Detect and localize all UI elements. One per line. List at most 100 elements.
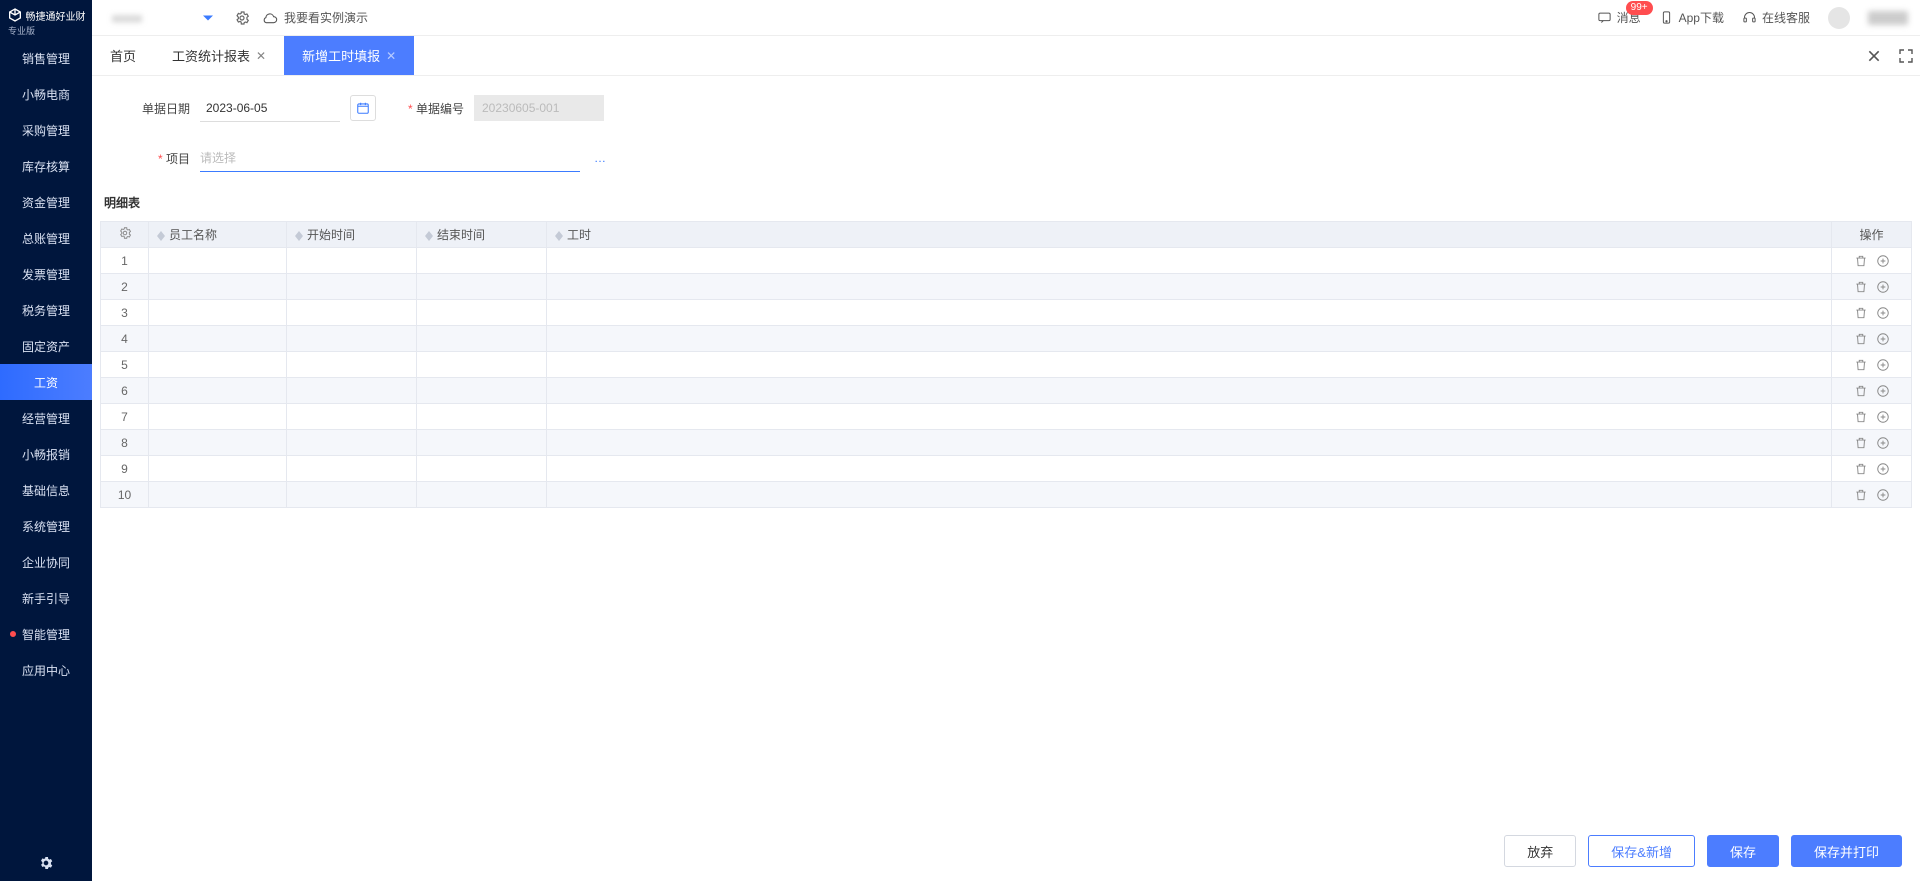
calendar-button[interactable] <box>350 95 376 121</box>
sidebar-item-4[interactable]: 资金管理 <box>0 184 92 220</box>
column-settings-button[interactable] <box>101 222 149 248</box>
cell[interactable] <box>287 300 417 326</box>
project-picker-button[interactable]: … <box>590 151 612 165</box>
cell[interactable] <box>417 482 547 508</box>
sidebar-item-14[interactable]: 企业协同 <box>0 544 92 580</box>
close-all-tabs-button[interactable] <box>1860 42 1888 70</box>
cell[interactable] <box>287 378 417 404</box>
cell[interactable] <box>287 430 417 456</box>
add-row-button[interactable] <box>1876 280 1890 294</box>
th-end-time[interactable]: 结束时间 <box>417 222 547 248</box>
cell[interactable] <box>149 300 287 326</box>
sidebar-item-3[interactable]: 库存核算 <box>0 148 92 184</box>
delete-row-button[interactable] <box>1854 254 1868 268</box>
tab-2[interactable]: 新增工时填报✕ <box>284 36 414 75</box>
cell[interactable] <box>149 326 287 352</box>
cell[interactable] <box>547 404 1832 430</box>
sidebar-item-0[interactable]: 销售管理 <box>0 40 92 76</box>
sidebar-item-17[interactable]: 应用中心 <box>0 652 92 688</box>
cell[interactable] <box>149 456 287 482</box>
cell[interactable] <box>547 482 1832 508</box>
delete-row-button[interactable] <box>1854 436 1868 450</box>
th-employee[interactable]: 员工名称 <box>149 222 287 248</box>
sidebar-item-7[interactable]: 税务管理 <box>0 292 92 328</box>
delete-row-button[interactable] <box>1854 332 1868 346</box>
delete-row-button[interactable] <box>1854 384 1868 398</box>
sidebar-settings-button[interactable] <box>0 845 92 881</box>
sidebar-item-10[interactable]: 经营管理 <box>0 400 92 436</box>
cell[interactable] <box>287 352 417 378</box>
sidebar-item-9[interactable]: 工资 <box>0 364 92 400</box>
cell[interactable] <box>417 248 547 274</box>
cell[interactable] <box>547 378 1832 404</box>
cell[interactable] <box>417 430 547 456</box>
delete-row-button[interactable] <box>1854 358 1868 372</box>
sidebar-item-12[interactable]: 基础信息 <box>0 472 92 508</box>
app-download-button[interactable]: App下载 <box>1659 9 1724 26</box>
sidebar-item-1[interactable]: 小畅电商 <box>0 76 92 112</box>
tab-close-icon[interactable]: ✕ <box>256 49 266 63</box>
sidebar-item-2[interactable]: 采购管理 <box>0 112 92 148</box>
cell[interactable] <box>417 326 547 352</box>
doc-date-input[interactable] <box>200 94 340 122</box>
discard-button[interactable]: 放弃 <box>1504 835 1576 867</box>
cell[interactable] <box>547 456 1832 482</box>
cell[interactable] <box>287 326 417 352</box>
cell[interactable] <box>417 300 547 326</box>
add-row-button[interactable] <box>1876 358 1890 372</box>
cell[interactable] <box>417 352 547 378</box>
add-row-button[interactable] <box>1876 462 1890 476</box>
save-button[interactable]: 保存 <box>1707 835 1779 867</box>
add-row-button[interactable] <box>1876 254 1890 268</box>
cell[interactable] <box>287 482 417 508</box>
delete-row-button[interactable] <box>1854 410 1868 424</box>
cell[interactable] <box>417 378 547 404</box>
sidebar-item-15[interactable]: 新手引导 <box>0 580 92 616</box>
cell[interactable] <box>287 404 417 430</box>
cell[interactable] <box>417 404 547 430</box>
add-row-button[interactable] <box>1876 410 1890 424</box>
cell[interactable] <box>417 456 547 482</box>
tab-1[interactable]: 工资统计报表✕ <box>154 36 284 75</box>
sidebar-item-5[interactable]: 总账管理 <box>0 220 92 256</box>
project-input[interactable] <box>200 144 580 172</box>
delete-row-button[interactable] <box>1854 280 1868 294</box>
cell[interactable] <box>149 248 287 274</box>
add-row-button[interactable] <box>1876 488 1890 502</box>
save-and-print-button[interactable]: 保存并打印 <box>1791 835 1902 867</box>
delete-row-button[interactable] <box>1854 462 1868 476</box>
cell[interactable] <box>149 430 287 456</box>
cell[interactable] <box>417 274 547 300</box>
cell[interactable] <box>287 456 417 482</box>
add-row-button[interactable] <box>1876 306 1890 320</box>
sidebar-item-13[interactable]: 系统管理 <box>0 508 92 544</box>
cell[interactable] <box>287 248 417 274</box>
avatar[interactable] <box>1828 7 1850 29</box>
sidebar-item-6[interactable]: 发票管理 <box>0 256 92 292</box>
delete-row-button[interactable] <box>1854 306 1868 320</box>
cell[interactable] <box>149 274 287 300</box>
cell[interactable] <box>149 482 287 508</box>
username[interactable] <box>1868 11 1908 25</box>
cell[interactable] <box>547 274 1832 300</box>
add-row-button[interactable] <box>1876 332 1890 346</box>
save-and-new-button[interactable]: 保存&新增 <box>1588 835 1695 867</box>
messages-button[interactable]: 消息 99+ <box>1597 9 1641 26</box>
delete-row-button[interactable] <box>1854 488 1868 502</box>
th-start-time[interactable]: 开始时间 <box>287 222 417 248</box>
support-button[interactable]: 在线客服 <box>1742 9 1810 26</box>
cell[interactable] <box>547 326 1832 352</box>
cell[interactable] <box>547 352 1832 378</box>
th-hours[interactable]: 工时 <box>547 222 1832 248</box>
sidebar-item-11[interactable]: 小畅报销 <box>0 436 92 472</box>
cell[interactable] <box>547 248 1832 274</box>
add-row-button[interactable] <box>1876 384 1890 398</box>
sidebar-item-16[interactable]: 智能管理 <box>0 616 92 652</box>
cell[interactable] <box>547 430 1832 456</box>
org-selector[interactable]: xxxxx <box>104 4 222 32</box>
sidebar-item-8[interactable]: 固定资产 <box>0 328 92 364</box>
cell[interactable] <box>149 352 287 378</box>
tab-close-icon[interactable]: ✕ <box>386 49 396 63</box>
cell[interactable] <box>149 404 287 430</box>
cell[interactable] <box>547 300 1832 326</box>
